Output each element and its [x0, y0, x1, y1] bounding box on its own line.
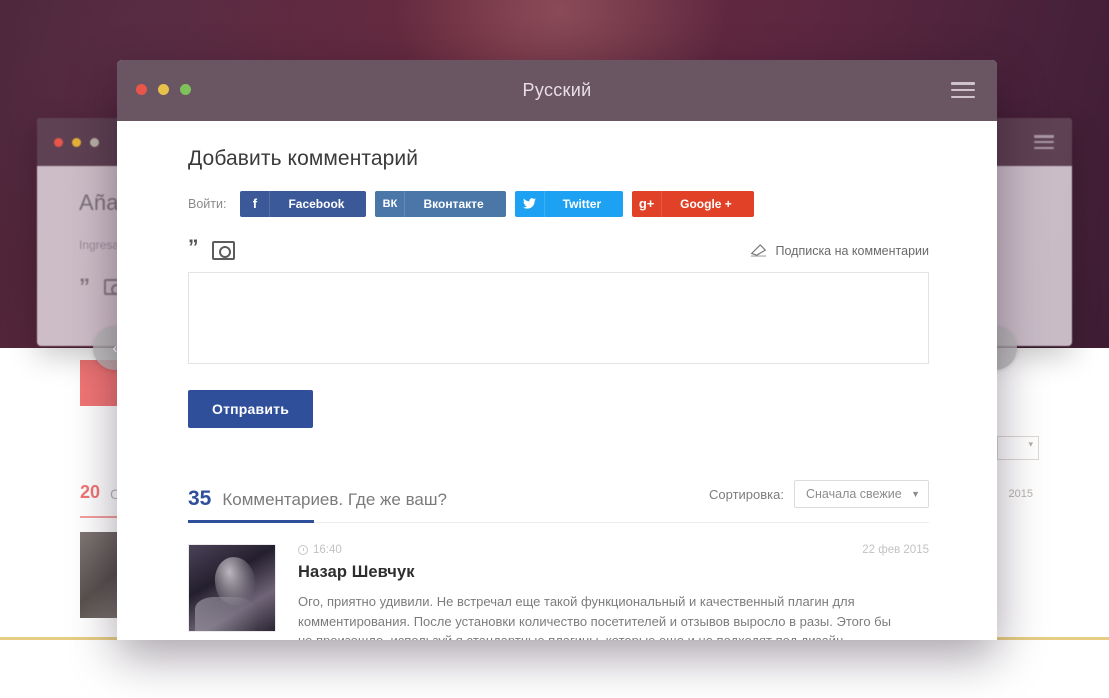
- screenshot-root: 20 C 2015 Añad Ingresa ” p: [0, 0, 1109, 698]
- traffic-lights[interactable]: [136, 84, 191, 95]
- comments-count: 35: [188, 487, 212, 510]
- comment-input[interactable]: [188, 272, 929, 364]
- editor-tool-group: ”: [188, 237, 235, 260]
- comments-count-text: Комментариев. Где же ваш?: [222, 490, 447, 509]
- minimize-button: [158, 84, 169, 95]
- main-window: Русский Добавить комментарий Войти: f Fa…: [117, 60, 997, 640]
- window-title: Русский: [522, 80, 592, 100]
- comment-author: Назар Шевчук: [298, 563, 415, 581]
- googleplus-icon: g+: [632, 191, 663, 217]
- facebook-icon: f: [240, 191, 271, 217]
- sort-label: Сортировка:: [709, 486, 784, 502]
- hamburger-icon: [1034, 135, 1054, 149]
- vkontakte-login-button[interactable]: ВК Вконтакте: [375, 191, 506, 217]
- behind-dropdown: [997, 436, 1039, 460]
- sort-select-wrapper[interactable]: Сначала свежие ▼: [794, 480, 929, 508]
- twitter-label: Twitter: [562, 197, 602, 211]
- background-window-traffic-lights: [54, 138, 99, 147]
- googleplus-label: Google +: [680, 197, 732, 211]
- comment-item: 16:40 22 фев 2015 Назар Шевчук Ого, прия…: [188, 544, 929, 640]
- vkontakte-icon: ВК: [375, 191, 406, 217]
- comment-time-text: 16:40: [313, 544, 342, 556]
- googleplus-login-button[interactable]: g+ Google +: [632, 191, 754, 217]
- behind-year: 2015: [1008, 488, 1033, 500]
- editor-toolbar: ” Подписка на комментарии: [188, 237, 929, 260]
- avatar: [188, 544, 276, 632]
- subscribe-label: Подписка на комментарии: [775, 243, 929, 258]
- submit-comment-button[interactable]: Отправить: [188, 390, 314, 428]
- twitter-login-button[interactable]: Twitter: [514, 191, 624, 217]
- sort-select[interactable]: Сначала свежие: [794, 480, 929, 508]
- hamburger-icon[interactable]: [951, 82, 975, 98]
- comment-text: Ого, приятно удивили. Не встречал еще та…: [298, 594, 891, 640]
- social-login-row: Войти: f Facebook ВК Вконтакте Twitter g…: [188, 191, 929, 217]
- comment-date: 22 фев 2015: [862, 544, 929, 556]
- comments-header-active-underline: [188, 520, 314, 523]
- window-body: Добавить комментарий Войти: f Facebook В…: [117, 121, 997, 640]
- maximize-button: [180, 84, 191, 95]
- page-title: Добавить комментарий: [188, 147, 419, 170]
- behind-comment-count: 20: [80, 482, 101, 502]
- comment-meta: 16:40 22 фев 2015: [298, 544, 929, 556]
- sort-control: Сортировка: Сначала свежие ▼: [709, 480, 929, 511]
- login-label: Войти:: [188, 197, 227, 211]
- vkontakte-label: Вконтакте: [423, 197, 484, 211]
- comment-time: 16:40: [298, 544, 342, 556]
- close-button: [136, 84, 147, 95]
- comments-header: 35 Комментариев. Где же ваш? Сортировка:…: [188, 480, 929, 523]
- facebook-login-button[interactable]: f Facebook: [240, 191, 367, 217]
- subscribe-toggle[interactable]: Подписка на комментарии: [750, 243, 929, 258]
- facebook-label: Facebook: [288, 197, 345, 211]
- quote-icon: ”: [79, 274, 90, 299]
- comment-body: 16:40 22 фев 2015 Назар Шевчук Ого, прия…: [298, 544, 929, 640]
- bell-icon: [750, 243, 767, 258]
- window-titlebar: Русский: [117, 60, 997, 121]
- comments-count-group: 35 Комментариев. Где же ваш?: [188, 487, 447, 511]
- quote-icon[interactable]: ”: [188, 237, 199, 258]
- camera-icon[interactable]: [211, 241, 235, 260]
- twitter-icon: [515, 191, 545, 217]
- clock-icon: [298, 545, 308, 555]
